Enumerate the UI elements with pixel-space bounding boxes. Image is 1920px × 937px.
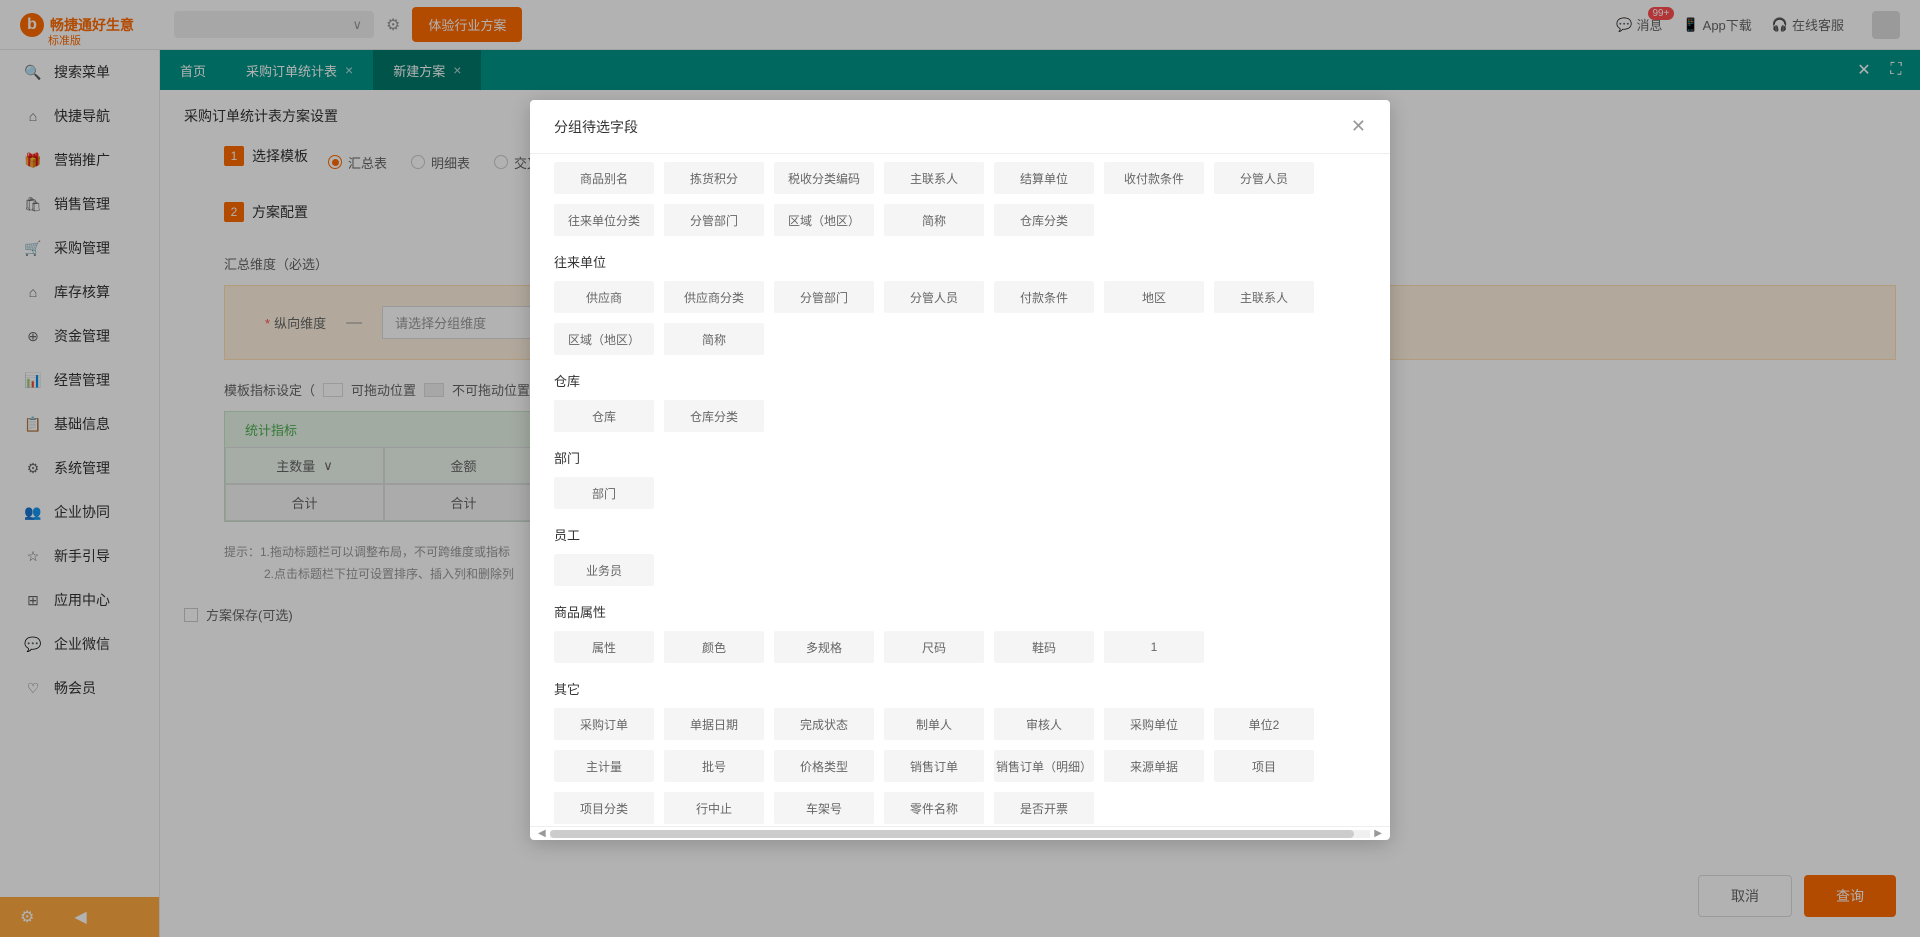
field-item[interactable]: 颜色 — [664, 631, 764, 663]
hscroll-thumb[interactable] — [550, 830, 1354, 838]
field-item[interactable]: 采购单位 — [1104, 708, 1204, 740]
field-item[interactable]: 结算单位 — [994, 162, 1094, 194]
field-item[interactable]: 拣货积分 — [664, 162, 764, 194]
modal-hscrollbar[interactable]: ◀ ▶ — [530, 826, 1390, 840]
field-item[interactable]: 来源单据 — [1104, 750, 1204, 782]
field-item[interactable]: 完成状态 — [774, 708, 874, 740]
modal-body[interactable]: 商品别名拣货积分税收分类编码主联系人结算单位收付款条件分管人员 往来单位分类分管… — [530, 154, 1390, 826]
field-item[interactable]: 批号 — [664, 750, 764, 782]
hscroll-left-arrow[interactable]: ◀ — [538, 828, 546, 839]
field-item[interactable]: 部门 — [554, 477, 654, 509]
field-selector-modal: 分组待选字段 ✕ 商品别名拣货积分税收分类编码主联系人结算单位收付款条件分管人员… — [530, 100, 1390, 840]
field-item[interactable]: 制单人 — [884, 708, 984, 740]
field-item[interactable]: 供应商 — [554, 281, 654, 313]
modal-title: 分组待选字段 — [554, 117, 638, 137]
field-item[interactable]: 分管部门 — [774, 281, 874, 313]
field-item[interactable]: 分管人员 — [1214, 162, 1314, 194]
field-item[interactable]: 单位2 — [1214, 708, 1314, 740]
field-item[interactable]: 销售订单 — [884, 750, 984, 782]
field-item[interactable]: 价格类型 — [774, 750, 874, 782]
field-item[interactable]: 主计量 — [554, 750, 654, 782]
field-group-title: 商品属性 — [554, 602, 1366, 621]
field-item[interactable]: 简称 — [664, 323, 764, 355]
field-item[interactable]: 项目分类 — [554, 792, 654, 824]
field-item[interactable]: 区域（地区） — [774, 204, 874, 236]
field-item[interactable]: 分管部门 — [664, 204, 764, 236]
field-group-title: 员工 — [554, 525, 1366, 544]
hscroll-track[interactable] — [550, 830, 1371, 838]
field-item[interactable]: 审核人 — [994, 708, 1094, 740]
field-group-title: 往来单位 — [554, 252, 1366, 271]
field-item[interactable]: 是否开票 — [994, 792, 1094, 824]
field-item[interactable]: 付款条件 — [994, 281, 1094, 313]
field-item[interactable]: 分管人员 — [884, 281, 984, 313]
modal-close-icon[interactable]: ✕ — [1351, 116, 1366, 137]
field-item[interactable]: 主联系人 — [1214, 281, 1314, 313]
field-item[interactable]: 往来单位分类 — [554, 204, 654, 236]
modal-header: 分组待选字段 ✕ — [530, 100, 1390, 154]
field-item[interactable]: 简称 — [884, 204, 984, 236]
field-item[interactable]: 尺码 — [884, 631, 984, 663]
field-item[interactable]: 采购订单 — [554, 708, 654, 740]
field-item[interactable]: 销售订单（明细） — [994, 750, 1094, 782]
field-item[interactable]: 税收分类编码 — [774, 162, 874, 194]
field-item[interactable]: 业务员 — [554, 554, 654, 586]
field-group-title: 其它 — [554, 679, 1366, 698]
field-item[interactable]: 单据日期 — [664, 708, 764, 740]
field-item[interactable]: 收付款条件 — [1104, 162, 1204, 194]
field-item[interactable]: 1 — [1104, 631, 1204, 663]
field-item[interactable]: 仓库 — [554, 400, 654, 432]
field-item[interactable]: 主联系人 — [884, 162, 984, 194]
field-item[interactable]: 地区 — [1104, 281, 1204, 313]
hscroll-right-arrow[interactable]: ▶ — [1374, 828, 1382, 839]
field-group-title: 仓库 — [554, 371, 1366, 390]
field-item[interactable]: 多规格 — [774, 631, 874, 663]
field-item[interactable]: 区域（地区） — [554, 323, 654, 355]
field-item[interactable]: 车架号 — [774, 792, 874, 824]
field-item[interactable]: 行中止 — [664, 792, 764, 824]
field-item[interactable]: 属性 — [554, 631, 654, 663]
field-item[interactable]: 鞋码 — [994, 631, 1094, 663]
field-item[interactable]: 零件名称 — [884, 792, 984, 824]
field-item[interactable]: 供应商分类 — [664, 281, 764, 313]
field-group-title: 部门 — [554, 448, 1366, 467]
field-item[interactable]: 项目 — [1214, 750, 1314, 782]
field-item[interactable]: 商品别名 — [554, 162, 654, 194]
field-item[interactable]: 仓库分类 — [664, 400, 764, 432]
field-item[interactable]: 仓库分类 — [994, 204, 1094, 236]
